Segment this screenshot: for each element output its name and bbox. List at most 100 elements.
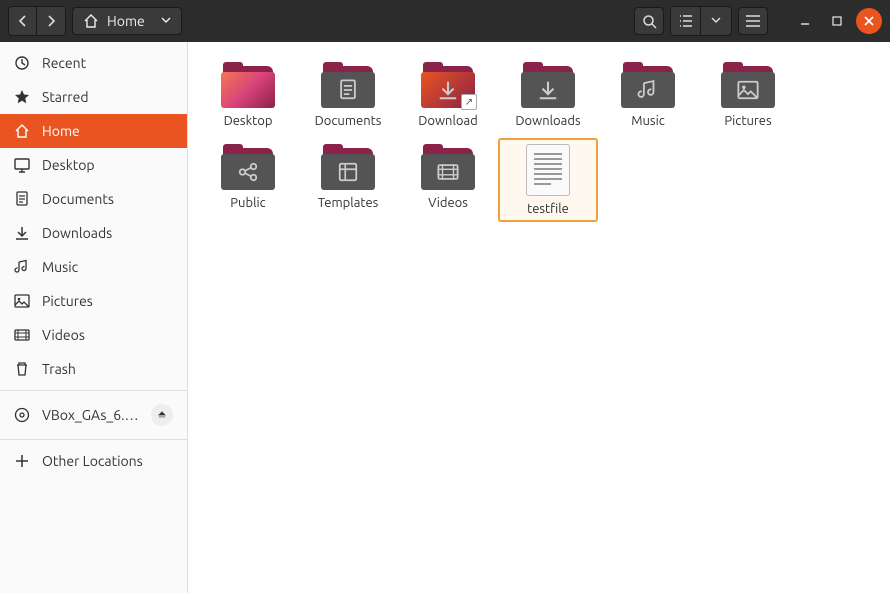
path-label: Home [107,13,145,29]
file-grid: Desktop Documents ↗ Download Downloads M… [198,56,880,222]
file-label: Public [230,196,265,210]
sidebar-item-desktop[interactable]: Desktop [0,148,187,182]
sidebar-other-locations[interactable]: Other Locations [0,444,187,478]
folder-icon [621,62,675,108]
downloads-icon [537,79,559,101]
videos-icon [14,327,30,343]
search-icon [642,14,657,29]
nav-buttons [8,6,66,36]
file-label: Pictures [724,114,771,128]
sidebar-separator [0,390,187,391]
file-label: Videos [428,196,468,210]
plus-icon [14,453,30,469]
music-icon [637,79,659,101]
sidebar-item-label: Desktop [42,157,95,173]
sidebar-item-music[interactable]: Music [0,250,187,284]
sidebar-item-pictures[interactable]: Pictures [0,284,187,318]
downloads-icon [14,225,30,241]
chevron-right-icon [46,15,56,27]
close-icon [864,16,874,26]
desktop-icon [14,157,30,173]
maximize-button[interactable] [824,8,850,34]
forward-button[interactable] [37,7,65,35]
sidebar-item-documents[interactable]: Documents [0,182,187,216]
main-area: Recent Starred Home Desktop Documents Downloa… [0,42,890,593]
close-button[interactable] [856,8,882,34]
folder-icon [321,62,375,108]
clock-icon [14,55,30,71]
minimize-button[interactable] [792,8,818,34]
content-area[interactable]: Desktop Documents ↗ Download Downloads M… [188,42,890,593]
star-icon [14,89,30,105]
home-icon [83,13,99,29]
file-item[interactable]: ↗ Download [398,56,498,134]
file-label: testfile [527,202,569,216]
file-item[interactable]: Public [198,138,298,222]
home-icon [14,123,30,139]
back-button[interactable] [9,7,37,35]
sidebar-item-label: VBox_GAs_6.… [42,407,139,423]
documents-icon [14,191,30,207]
view-controls [670,6,732,36]
sidebar-item-home[interactable]: Home [0,114,187,148]
view-toggle-button[interactable] [671,7,701,35]
templates-icon [337,161,359,183]
caret-down-icon [711,17,721,25]
file-label: Desktop [224,114,273,128]
eject-button[interactable] [151,404,173,426]
minimize-icon [800,16,810,26]
file-label: Music [631,114,665,128]
sidebar: Recent Starred Home Desktop Documents Downloa… [0,42,188,593]
folder-icon [221,144,275,190]
maximize-icon [832,16,842,26]
hamburger-icon [746,15,760,27]
folder-icon [521,62,575,108]
sidebar-item-label: Recent [42,55,86,71]
file-item[interactable]: Downloads [498,56,598,134]
sidebar-item-videos[interactable]: Videos [0,318,187,352]
path-bar[interactable]: Home [72,7,182,35]
textfile-icon [526,144,570,196]
sidebar-item-trash[interactable]: Trash [0,352,187,386]
sidebar-item-recent[interactable]: Recent [0,46,187,80]
chevron-left-icon [18,15,28,27]
search-button[interactable] [634,7,664,35]
videos-icon [437,161,459,183]
sidebar-separator [0,439,187,440]
file-label: Download [418,114,478,128]
file-label: Downloads [515,114,580,128]
file-item[interactable]: testfile [498,138,598,222]
headerbar: Home [0,0,890,42]
folder-icon [221,62,275,108]
file-item[interactable]: Music [598,56,698,134]
music-icon [14,259,30,275]
file-item[interactable]: Documents [298,56,398,134]
sidebar-item-label: Music [42,259,78,275]
sidebar-item-starred[interactable]: Starred [0,80,187,114]
file-item[interactable]: Pictures [698,56,798,134]
pictures-icon [737,79,759,101]
list-icon [679,15,693,27]
sidebar-item-label: Home [42,123,80,139]
share-icon [237,161,259,183]
sidebar-mount[interactable]: VBox_GAs_6.… [0,395,187,435]
shortcut-badge-icon: ↗ [461,94,477,110]
file-label: Templates [318,196,379,210]
documents-icon [337,79,359,101]
sidebar-item-label: Trash [42,361,76,377]
hamburger-menu-button[interactable] [738,7,768,35]
pictures-icon [14,293,30,309]
caret-down-icon [161,17,171,25]
sidebar-item-label: Documents [42,191,114,207]
file-label: Documents [315,114,382,128]
sidebar-item-label: Other Locations [42,453,143,469]
disc-icon [14,407,30,423]
sidebar-item-label: Downloads [42,225,112,241]
file-item[interactable]: Templates [298,138,398,222]
view-options-button[interactable] [701,7,731,35]
file-item[interactable]: Videos [398,138,498,222]
file-item[interactable]: Desktop [198,56,298,134]
sidebar-item-label: Starred [42,89,89,105]
eject-icon [157,410,167,420]
sidebar-item-downloads[interactable]: Downloads [0,216,187,250]
